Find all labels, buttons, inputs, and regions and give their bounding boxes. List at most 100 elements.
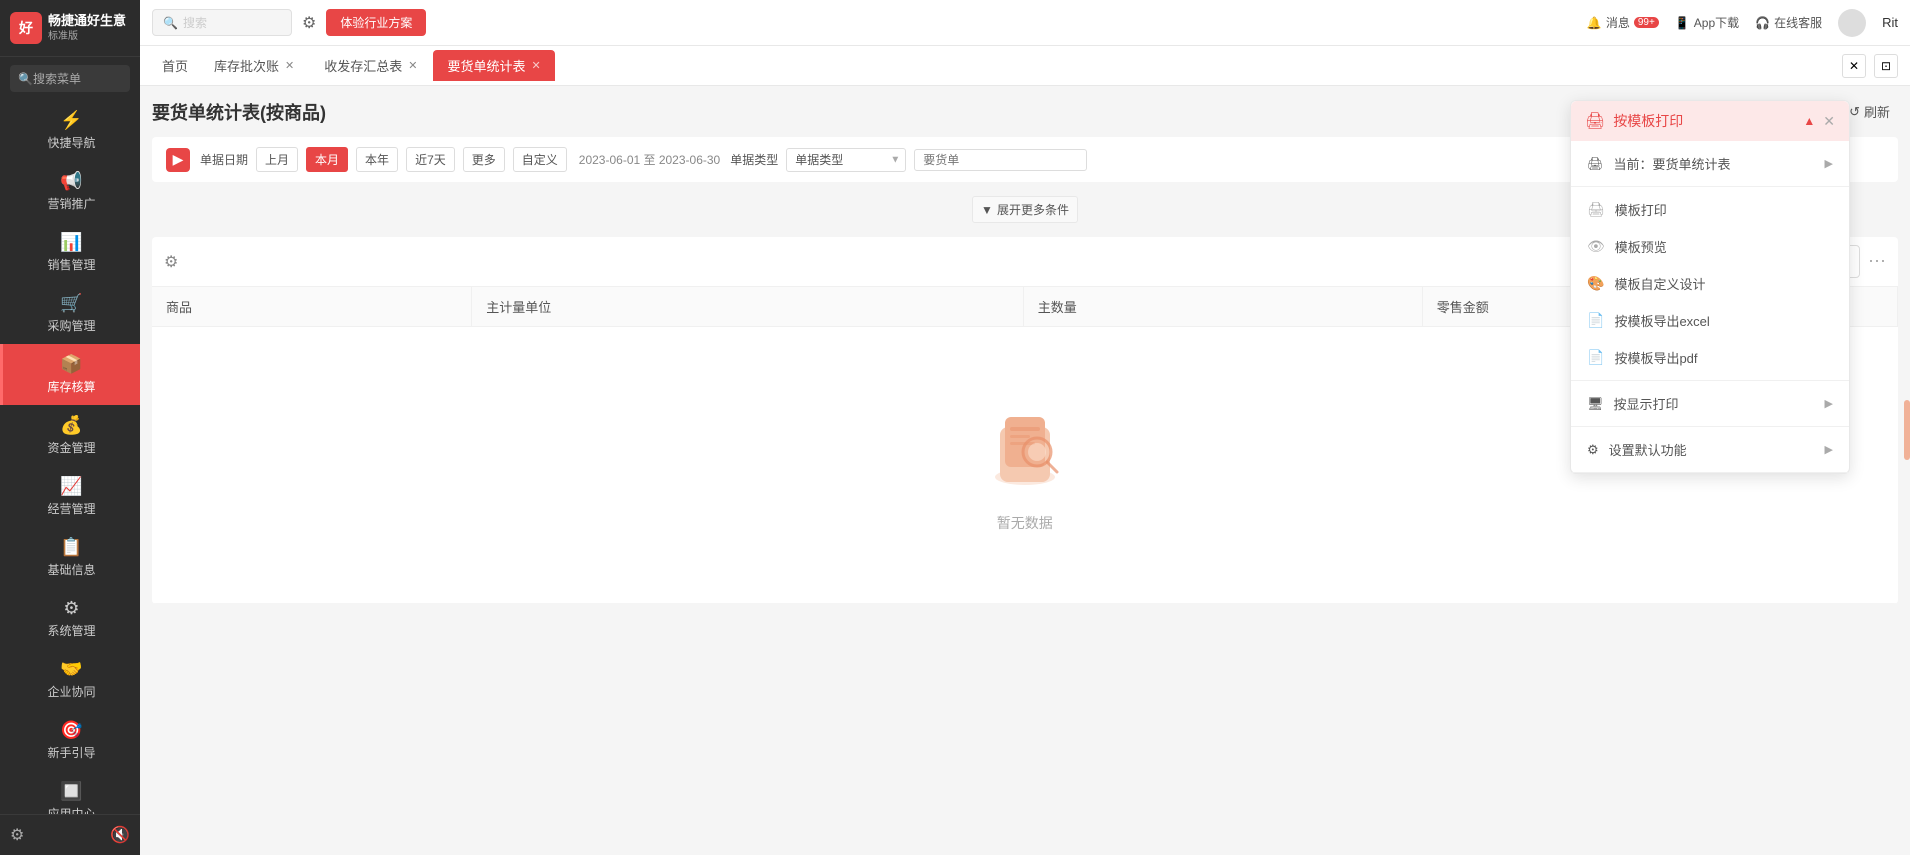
date-prev-month-btn[interactable]: 上月 xyxy=(256,147,298,172)
dropdown-default-function[interactable]: ⚙ 设置默认功能 ▶ xyxy=(1571,431,1849,468)
sidebar-item-coop[interactable]: 🤝 企业协同 xyxy=(0,649,140,710)
headset-icon: 🎧 xyxy=(1755,16,1770,30)
guide-label: 新手引导 xyxy=(47,744,95,761)
trial-btn[interactable]: 体验行业方案 xyxy=(326,9,426,36)
sidebar-item-apps[interactable]: 🔲 应用中心 xyxy=(0,771,140,814)
logo-icon: 好 xyxy=(10,12,42,44)
date-current-month-btn[interactable]: 本月 xyxy=(306,147,348,172)
sidebar-item-business[interactable]: 📈 经营管理 xyxy=(0,466,140,527)
date-current-year-btn[interactable]: 本年 xyxy=(356,147,398,172)
system-icon: ⚙ xyxy=(63,598,79,619)
notification-btn[interactable]: 🔔 消息 99+ xyxy=(1587,14,1659,31)
dropdown-items-section: 🖨 模板打印 👁 模板预览 🎨 模板自定义设计 📄 按模板导出excel 📄 按… xyxy=(1571,187,1849,381)
basic-icon: 📋 xyxy=(60,537,82,558)
page-title: 要货单统计表(按商品) xyxy=(152,99,326,125)
user-avatar[interactable] xyxy=(1838,9,1866,37)
marketing-label: 营销推广 xyxy=(47,195,95,212)
dropdown-current-item[interactable]: 🖨 当前：要货单统计表 ▶ xyxy=(1571,145,1849,182)
tab-receipts-label: 收发存汇总表 xyxy=(324,56,402,75)
sidebar-search[interactable]: 🔍 搜索菜单 xyxy=(10,65,130,92)
settings-bottom-icon[interactable]: ⚙ xyxy=(10,825,24,845)
dropdown-template-preview[interactable]: 👁 模板预览 xyxy=(1571,228,1849,265)
default-function-icon: ⚙ xyxy=(1587,442,1599,458)
tab-receipts-close[interactable]: ✕ xyxy=(408,59,417,72)
sidebar-item-quicknav[interactable]: ⚡ 快捷导航 xyxy=(0,100,140,161)
sidebar: 好 畅捷通好生意 标准版 🔍 搜索菜单 ⚡ 快捷导航 📢 营销推广 📊 销售管理… xyxy=(0,0,140,855)
dropdown-template-pdf[interactable]: 📄 按模板导出pdf xyxy=(1571,339,1849,376)
topbar-gear-icon[interactable]: ⚙ xyxy=(302,13,316,33)
topbar-search-text: 搜索 xyxy=(183,14,207,31)
dropdown-template-custom[interactable]: 🎨 模板自定义设计 xyxy=(1571,265,1849,302)
date-7days-btn[interactable]: 近7天 xyxy=(406,147,455,172)
dropdown-template-excel[interactable]: 📄 按模板导出excel xyxy=(1571,302,1849,339)
tab-batch[interactable]: 库存批次账 ✕ xyxy=(200,50,308,81)
more-options-icon[interactable]: ⋯ xyxy=(1868,251,1886,272)
topbar-left: 🔍 搜索 ⚙ 体验行业方案 xyxy=(152,9,426,36)
dropdown-header: 🖨 按模板打印 ▲ ✕ xyxy=(1571,101,1849,141)
tab-bar-right: ✕ ⊡ xyxy=(1842,54,1898,78)
sidebar-item-sales[interactable]: 📊 销售管理 xyxy=(0,222,140,283)
dropdown-display-section: 🖥 按显示打印 ▶ xyxy=(1571,381,1849,427)
topbar-search[interactable]: 🔍 搜索 xyxy=(152,9,292,36)
display-print-icon: 🖥 xyxy=(1587,396,1604,412)
sidebar-item-guide[interactable]: 🎯 新手引导 xyxy=(0,710,140,771)
topbar-right: 🔔 消息 99+ 📱 App下载 🎧 在线客服 Rit xyxy=(1587,9,1898,37)
sidebar-item-marketing[interactable]: 📢 营销推广 xyxy=(0,161,140,222)
marketing-icon: 📢 xyxy=(60,171,82,192)
right-scrollbar[interactable] xyxy=(1904,400,1910,460)
sidebar-item-inventory[interactable]: 📦 库存核算 xyxy=(0,344,140,405)
search-label: 搜索菜单 xyxy=(33,70,81,87)
tab-bar: 首页 库存批次账 ✕ 收发存汇总表 ✕ 要货单统计表 ✕ ✕ ⊡ xyxy=(140,46,1910,86)
goods-filter-input[interactable] xyxy=(923,153,1078,167)
template-pdf-icon: 📄 xyxy=(1587,349,1604,366)
col-goods: 商品 xyxy=(152,287,472,327)
tab-order-stats-close[interactable]: ✕ xyxy=(532,59,541,72)
tab-receipts[interactable]: 收发存汇总表 ✕ xyxy=(310,50,431,81)
sidebar-item-basic[interactable]: 📋 基础信息 xyxy=(0,527,140,588)
app-download-btn[interactable]: 📱 App下载 xyxy=(1675,14,1739,31)
empty-illustration xyxy=(975,397,1075,497)
tab-maximize-btn[interactable]: ⊡ xyxy=(1874,54,1898,78)
template-preview-icon: 👁 xyxy=(1587,238,1605,255)
sidebar-logo: 好 畅捷通好生意 标准版 xyxy=(0,0,140,57)
template-excel-label: 按模板导出excel xyxy=(1614,311,1709,330)
tab-order-stats[interactable]: 要货单统计表 ✕ xyxy=(433,50,554,81)
mute-icon[interactable]: 🔇 xyxy=(110,825,130,845)
tab-batch-label: 库存批次账 xyxy=(214,56,279,75)
apps-icon: 🔲 xyxy=(60,781,82,802)
user-name[interactable]: Rit xyxy=(1882,15,1898,30)
type-select[interactable]: 单据类型 xyxy=(786,148,906,172)
dropdown-current-expand-icon: ▶ xyxy=(1825,157,1833,170)
expand-more-btn[interactable]: ▼ 展开更多条件 xyxy=(972,196,1078,223)
table-gear-icon[interactable]: ⚙ xyxy=(164,252,178,272)
default-function-label: 设置默认功能 xyxy=(1609,440,1687,459)
dropdown-chevron-up-icon[interactable]: ▲ xyxy=(1803,114,1815,128)
date-more-btn[interactable]: 更多 xyxy=(463,147,505,172)
dropdown-display-print[interactable]: 🖥 按显示打印 ▶ xyxy=(1571,385,1849,422)
dropdown-template-print[interactable]: 🖨 模板打印 xyxy=(1571,191,1849,228)
dropdown-close-icon[interactable]: ✕ xyxy=(1823,113,1835,130)
sidebar-item-finance[interactable]: 💰 资金管理 xyxy=(0,405,140,466)
col-quantity: 主数量 xyxy=(1023,287,1422,327)
col-unit: 主计量单位 xyxy=(472,287,1023,327)
coop-icon: 🤝 xyxy=(60,659,82,680)
tab-batch-close[interactable]: ✕ xyxy=(285,59,294,72)
bell-icon: 🔔 xyxy=(1587,16,1602,30)
template-print-label: 模板打印 xyxy=(1615,200,1667,219)
date-custom-btn[interactable]: 自定义 xyxy=(513,147,567,172)
filter-expand-btn[interactable]: ▶ xyxy=(166,148,190,172)
inventory-icon: 📦 xyxy=(60,354,82,375)
search-icon: 🔍 xyxy=(18,72,33,86)
online-service-btn[interactable]: 🎧 在线客服 xyxy=(1755,14,1822,31)
tab-home[interactable]: 首页 xyxy=(152,50,198,81)
quicknav-icon: ⚡ xyxy=(60,110,82,131)
empty-text: 暂无数据 xyxy=(997,513,1053,533)
date-label: 单据日期 xyxy=(200,151,248,168)
sidebar-item-purchase[interactable]: 🛒 采购管理 xyxy=(0,283,140,344)
template-pdf-label: 按模板导出pdf xyxy=(1614,348,1697,367)
guide-icon: 🎯 xyxy=(60,720,82,741)
sidebar-item-system[interactable]: ⚙ 系统管理 xyxy=(0,588,140,649)
type-label: 单据类型 xyxy=(730,151,778,168)
tab-close-window-btn[interactable]: ✕ xyxy=(1842,54,1866,78)
logo-text: 畅捷通好生意 标准版 xyxy=(48,13,126,43)
